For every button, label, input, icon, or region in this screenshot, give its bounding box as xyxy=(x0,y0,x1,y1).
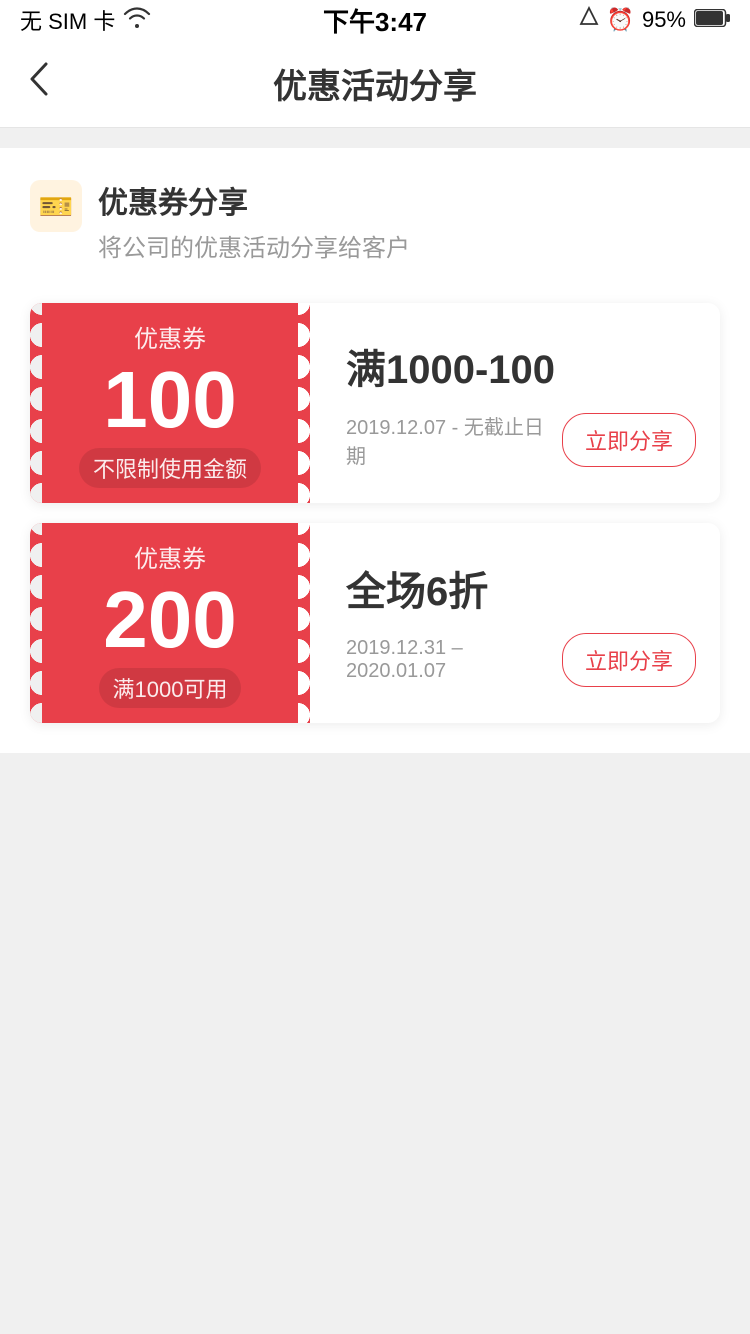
alarm-icon: ⏰ xyxy=(607,7,634,33)
coupon-list: 优惠券 100 不限制使用金额 满1000-100 2019.12.07 - 无… xyxy=(0,283,750,753)
status-bar: 无 SIM 卡 下午3:47 ⏰ 95% xyxy=(0,0,750,40)
coupon-name: 满1000-100 xyxy=(346,337,696,395)
section-title: 优惠券分享 xyxy=(98,178,410,222)
share-button-1[interactable]: 立即分享 xyxy=(562,413,696,467)
section-text: 优惠券分享 将公司的优惠活动分享给客户 xyxy=(98,178,410,263)
wifi-icon xyxy=(123,6,151,34)
location-icon xyxy=(579,6,599,34)
coupon-condition: 不限制使用金额 xyxy=(79,448,261,488)
coupon-icon: 🎫 xyxy=(39,190,74,223)
coupon-card: 优惠券 100 不限制使用金额 满1000-100 2019.12.07 - 无… xyxy=(30,303,720,503)
battery-percent: 95% xyxy=(642,7,686,33)
coupon-meta: 2019.12.07 - 无截止日期 立即分享 xyxy=(346,411,696,469)
coupon-name: 全场6折 xyxy=(346,559,696,617)
coupon-amount: 100 xyxy=(103,360,236,440)
section-header: 🎫 优惠券分享 将公司的优惠活动分享给客户 xyxy=(0,148,750,283)
battery-icon xyxy=(694,7,730,33)
status-left: 无 SIM 卡 xyxy=(20,4,151,36)
coupon-date: 2019.12.31 – 2020.01.07 xyxy=(346,637,562,683)
coupon-label: 优惠券 xyxy=(134,539,206,574)
coupon-condition: 满1000可用 xyxy=(99,668,242,708)
bottom-area xyxy=(0,753,750,1253)
sim-label: 无 SIM 卡 xyxy=(20,4,115,36)
coupon-amount: 200 xyxy=(103,580,236,660)
coupon-date: 2019.12.07 - 无截止日期 xyxy=(346,411,562,469)
back-button[interactable] xyxy=(28,60,50,107)
coupon-left-panel: 优惠券 200 满1000可用 xyxy=(30,523,310,723)
coupon-label: 优惠券 xyxy=(134,319,206,354)
page-title: 优惠活动分享 xyxy=(273,59,477,108)
coupon-right-panel: 满1000-100 2019.12.07 - 无截止日期 立即分享 xyxy=(310,303,720,503)
share-button-2[interactable]: 立即分享 xyxy=(562,633,696,687)
section-subtitle: 将公司的优惠活动分享给客户 xyxy=(98,228,410,263)
coupon-left-panel: 优惠券 100 不限制使用金额 xyxy=(30,303,310,503)
coupon-meta: 2019.12.31 – 2020.01.07 立即分享 xyxy=(346,633,696,687)
nav-bar: 优惠活动分享 xyxy=(0,40,750,128)
status-time: 下午3:47 xyxy=(323,2,427,39)
status-right: ⏰ 95% xyxy=(579,6,730,34)
coupon-right-panel: 全场6折 2019.12.31 – 2020.01.07 立即分享 xyxy=(310,523,720,723)
coupon-card: 优惠券 200 满1000可用 全场6折 2019.12.31 – 2020.0… xyxy=(30,523,720,723)
section-icon: 🎫 xyxy=(30,180,82,232)
